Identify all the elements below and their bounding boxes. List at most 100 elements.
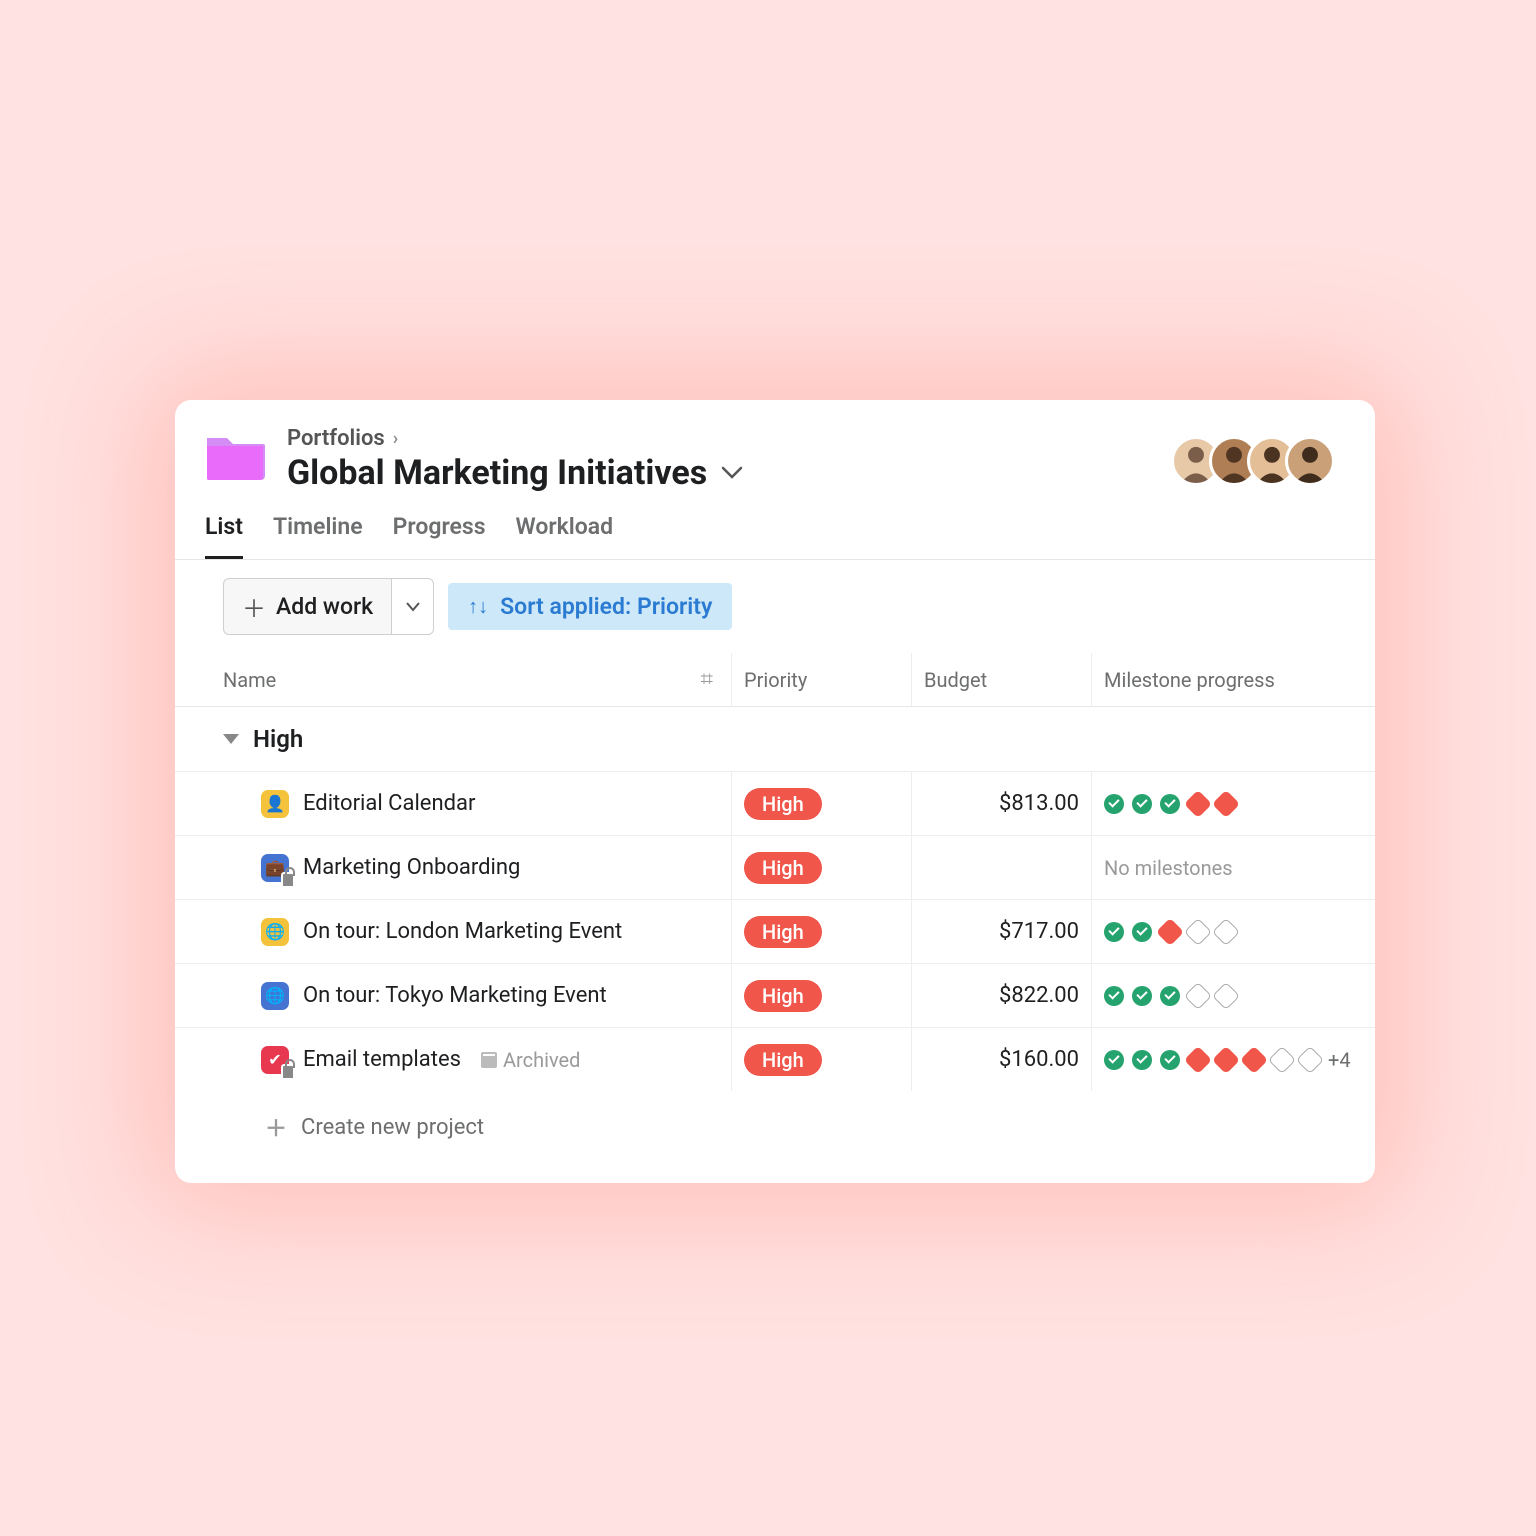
cell-priority[interactable]: High [731,1028,911,1091]
milestone-complete-icon [1104,986,1124,1006]
project-name: Email templates [303,1047,461,1072]
header: Portfolios › Global Marketing Initiative… [175,400,1375,493]
priority-pill: High [744,852,822,884]
milestone-complete-icon [1160,986,1180,1006]
plus-icon: ＋ [265,1111,287,1143]
cell-milestones[interactable] [1091,772,1375,835]
milestone-complete-icon [1132,794,1152,814]
archive-icon [481,1052,497,1068]
col-priority[interactable]: Priority [731,653,911,706]
cell-budget[interactable]: $717.00 [911,900,1091,963]
col-milestones[interactable]: Milestone progress [1091,653,1375,706]
project-icon: 🌐 [261,982,289,1010]
cell-milestones[interactable]: +4 [1091,1028,1375,1091]
tab-timeline[interactable]: Timeline [273,503,363,559]
cell-priority[interactable]: High [731,900,911,963]
milestone-blocked-icon [1184,1045,1212,1073]
cell-name[interactable]: ✔ Email templates Archived [211,1028,731,1091]
priority-pill: High [744,980,822,1012]
milestone-complete-icon [1132,1050,1152,1070]
cell-name[interactable]: 🌐 On tour: London Marketing Event [211,900,731,963]
cell-budget[interactable]: $822.00 [911,964,1091,1027]
column-options-icon[interactable]: ⌗ [701,667,713,692]
project-icon: 💼 [261,854,289,882]
project-icon: 👤 [261,790,289,818]
cell-priority[interactable]: High [731,772,911,835]
col-name[interactable]: Name ⌗ [211,653,731,706]
add-work-label: Add work [276,593,373,620]
plus-icon: ＋ [242,589,266,624]
tabs: List Timeline Progress Workload [175,493,1375,560]
project-name: Marketing Onboarding [303,855,520,880]
milestone-empty-icon [1212,981,1240,1009]
cell-milestones[interactable]: No milestones [1091,836,1375,899]
milestone-empty-icon [1184,981,1212,1009]
group-header-high[interactable]: High [175,707,1375,771]
milestone-blocked-icon [1212,789,1240,817]
lock-icon [281,1064,295,1080]
priority-pill: High [744,916,822,948]
milestone-blocked-icon [1184,789,1212,817]
no-milestones-text: No milestones [1104,856,1233,880]
create-project-label: Create new project [301,1115,484,1140]
milestone-complete-icon [1132,986,1152,1006]
chevron-right-icon: › [393,428,398,449]
project-icon: ✔ [261,1046,289,1074]
milestone-complete-icon [1104,794,1124,814]
cell-budget[interactable]: $813.00 [911,772,1091,835]
cell-milestones[interactable] [1091,900,1375,963]
cell-name[interactable]: 🌐On tour: Tokyo Marketing Event [211,964,731,1027]
cell-priority[interactable]: High [731,836,911,899]
lock-icon [281,872,295,888]
cell-budget[interactable]: $160.00 [911,1028,1091,1091]
breadcrumb[interactable]: Portfolios › [287,426,1183,451]
page-title: Global Marketing Initiatives [287,453,707,493]
milestone-complete-icon [1160,794,1180,814]
breadcrumb-root[interactable]: Portfolios [287,426,385,451]
milestone-complete-icon [1104,1050,1124,1070]
sort-chip-label: Sort applied: Priority [500,593,712,620]
milestone-blocked-icon [1212,1045,1240,1073]
table-row[interactable]: 💼 Marketing Onboarding High No milestones [175,835,1375,899]
cell-budget[interactable] [911,836,1091,899]
archived-tag: Archived [481,1048,580,1072]
milestone-empty-icon [1268,1045,1296,1073]
title-dropdown-icon[interactable] [721,461,743,485]
sort-chip[interactable]: ↑↓ Sort applied: Priority [448,583,732,630]
milestone-empty-icon [1212,917,1240,945]
table-row[interactable]: 🌐On tour: Tokyo Marketing Event High $822.… [175,963,1375,1027]
table-row[interactable]: 🌐 On tour: London Marketing Event High $717… [175,899,1375,963]
member-avatars[interactable] [1183,426,1345,486]
project-icon: 🌐 [261,918,289,946]
milestone-blocked-icon [1156,917,1184,945]
cell-name[interactable]: 👤Editorial Calendar [211,772,731,835]
table-header: Name ⌗ Priority Budget Milestone progres… [175,653,1375,707]
milestone-empty-icon [1184,917,1212,945]
create-project-button[interactable]: ＋ Create new project [175,1091,1375,1173]
table-row[interactable]: ✔ Email templates Archived High $160.00 +4 [175,1027,1375,1091]
milestone-blocked-icon [1240,1045,1268,1073]
collapse-icon[interactable] [223,734,239,744]
col-budget[interactable]: Budget [911,653,1091,706]
milestone-empty-icon [1296,1045,1324,1073]
tab-workload[interactable]: Workload [516,503,614,559]
add-work-dropdown[interactable] [392,578,434,635]
priority-pill: High [744,1044,822,1076]
avatar[interactable] [1285,436,1335,486]
tab-progress[interactable]: Progress [393,503,486,559]
milestone-overflow[interactable]: +4 [1328,1048,1351,1072]
sort-icon: ↑↓ [468,594,488,619]
portfolio-panel: Portfolios › Global Marketing Initiative… [175,400,1375,1183]
table-row[interactable]: 👤Editorial Calendar High $813.00 [175,771,1375,835]
tab-list[interactable]: List [205,503,243,559]
cell-milestones[interactable] [1091,964,1375,1027]
group-label: High [253,725,303,753]
toolbar: ＋ Add work ↑↓ Sort applied: Priority [175,560,1375,653]
milestone-complete-icon [1132,922,1152,942]
cell-priority[interactable]: High [731,964,911,1027]
add-work-button[interactable]: ＋ Add work [223,578,392,635]
priority-pill: High [744,788,822,820]
project-name: On tour: London Marketing Event [303,919,622,944]
cell-name[interactable]: 💼 Marketing Onboarding [211,836,731,899]
milestone-complete-icon [1160,1050,1180,1070]
